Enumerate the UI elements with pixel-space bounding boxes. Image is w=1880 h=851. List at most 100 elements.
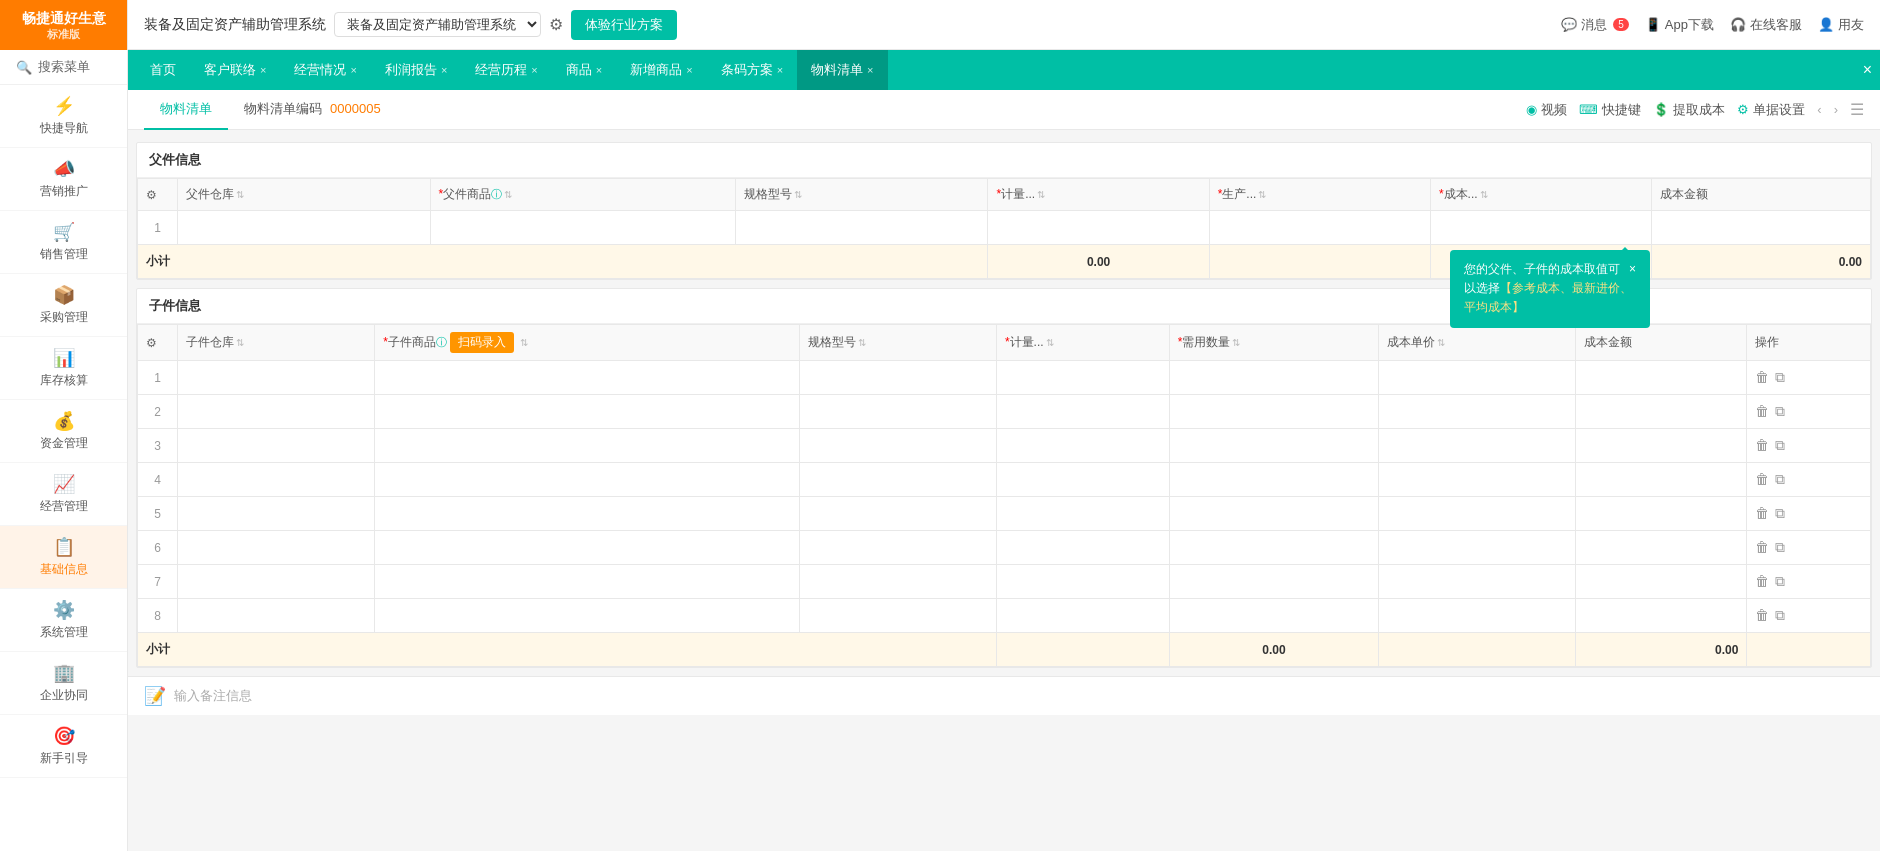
- child-row-3-warehouse[interactable]: [178, 429, 375, 463]
- child-row-7-cost-amount[interactable]: [1576, 565, 1747, 599]
- nav-menu[interactable]: ☰: [1850, 100, 1864, 119]
- copy-icon-7[interactable]: ⧉: [1775, 573, 1785, 590]
- child-row-6-spec[interactable]: [799, 531, 996, 565]
- child-row-1-unit-cost[interactable]: [1379, 361, 1576, 395]
- child-row-4-warehouse[interactable]: [178, 463, 375, 497]
- scan-button[interactable]: 扫码录入: [450, 332, 514, 353]
- tab-bom[interactable]: 物料清单 ×: [797, 50, 887, 90]
- tab-history-close[interactable]: ×: [531, 64, 537, 76]
- child-row-4-cost-amount[interactable]: [1576, 463, 1747, 497]
- delete-icon-7[interactable]: 🗑: [1755, 573, 1769, 590]
- cost-action[interactable]: 💲 提取成本: [1653, 101, 1725, 119]
- child-row-7-warehouse[interactable]: [178, 565, 375, 599]
- tab-home[interactable]: 首页: [136, 50, 190, 90]
- sidebar-item-marketing[interactable]: 📣 营销推广: [0, 148, 127, 211]
- child-row-2-unit[interactable]: [996, 395, 1169, 429]
- tab-barcode[interactable]: 条码方案 ×: [707, 50, 797, 90]
- tab-business-close[interactable]: ×: [350, 64, 356, 76]
- parent-row-1-cost[interactable]: [1430, 211, 1651, 245]
- tab-barcode-close[interactable]: ×: [777, 64, 783, 76]
- copy-icon-3[interactable]: ⧉: [1775, 437, 1785, 454]
- child-row-1-unit[interactable]: [996, 361, 1169, 395]
- experience-button[interactable]: 体验行业方案: [571, 10, 677, 40]
- nav-next[interactable]: ›: [1834, 102, 1838, 117]
- child-row-8-cost-amount[interactable]: [1576, 599, 1747, 633]
- child-row-6-cost-amount[interactable]: [1576, 531, 1747, 565]
- copy-icon-8[interactable]: ⧉: [1775, 607, 1785, 624]
- parent-row-1-unit[interactable]: [988, 211, 1209, 245]
- child-row-4-unit[interactable]: [996, 463, 1169, 497]
- sidebar-item-finance[interactable]: 💰 资金管理: [0, 400, 127, 463]
- close-all-tabs[interactable]: ×: [1863, 61, 1872, 79]
- child-row-5-spec[interactable]: [799, 497, 996, 531]
- delete-icon-2[interactable]: 🗑: [1755, 403, 1769, 420]
- nav-prev[interactable]: ‹: [1817, 102, 1821, 117]
- child-row-5-goods[interactable]: [375, 497, 799, 531]
- child-row-7-unit[interactable]: [996, 565, 1169, 599]
- child-row-7-spec[interactable]: [799, 565, 996, 599]
- shortcut-action[interactable]: ⌨ 快捷键: [1579, 101, 1641, 119]
- child-row-6-warehouse[interactable]: [178, 531, 375, 565]
- delete-icon-1[interactable]: 🗑: [1755, 369, 1769, 386]
- sidebar-item-system[interactable]: ⚙️ 系统管理: [0, 589, 127, 652]
- tab-bom-close[interactable]: ×: [867, 64, 873, 76]
- child-row-8-warehouse[interactable]: [178, 599, 375, 633]
- child-row-5-warehouse[interactable]: [178, 497, 375, 531]
- sidebar-item-operation[interactable]: 📈 经营管理: [0, 463, 127, 526]
- copy-icon-1[interactable]: ⧉: [1775, 369, 1785, 386]
- tab-business[interactable]: 经营情况 ×: [280, 50, 370, 90]
- tab-goods-close[interactable]: ×: [596, 64, 602, 76]
- sidebar-item-basic-info[interactable]: 📋 基础信息: [0, 526, 127, 589]
- tab-new-goods[interactable]: 新增商品 ×: [616, 50, 706, 90]
- sub-tab-bom-list[interactable]: 物料清单: [144, 90, 228, 130]
- child-row-8-unit[interactable]: [996, 599, 1169, 633]
- parent-row-1-production[interactable]: [1209, 211, 1430, 245]
- delete-icon-3[interactable]: 🗑: [1755, 437, 1769, 454]
- child-row-5-quantity[interactable]: [1169, 497, 1379, 531]
- copy-icon-2[interactable]: ⧉: [1775, 403, 1785, 420]
- message-item[interactable]: 💬 消息 5: [1561, 16, 1629, 34]
- tab-customer-close[interactable]: ×: [260, 64, 266, 76]
- app-download-item[interactable]: 📱 App下载: [1645, 16, 1714, 34]
- parent-row-1-cost-amount[interactable]: [1652, 211, 1871, 245]
- child-row-3-spec[interactable]: [799, 429, 996, 463]
- tab-profit-close[interactable]: ×: [441, 64, 447, 76]
- child-row-1-spec[interactable]: [799, 361, 996, 395]
- settings-icon[interactable]: ⚙: [549, 15, 563, 34]
- copy-icon-4[interactable]: ⧉: [1775, 471, 1785, 488]
- child-row-3-unit-cost[interactable]: [1379, 429, 1576, 463]
- parent-row-1-spec[interactable]: [735, 211, 988, 245]
- delete-icon-5[interactable]: 🗑: [1755, 505, 1769, 522]
- sidebar-item-guide[interactable]: 🎯 新手引导: [0, 715, 127, 778]
- tab-customer[interactable]: 客户联络 ×: [190, 50, 280, 90]
- child-row-4-goods[interactable]: [375, 463, 799, 497]
- sidebar-search[interactable]: 🔍 搜索菜单: [0, 50, 127, 85]
- child-row-6-quantity[interactable]: [1169, 531, 1379, 565]
- child-row-3-cost-amount[interactable]: [1576, 429, 1747, 463]
- view-action[interactable]: ◉ 视频: [1526, 101, 1567, 119]
- child-row-8-spec[interactable]: [799, 599, 996, 633]
- sidebar-item-inventory[interactable]: 📊 库存核算: [0, 337, 127, 400]
- parent-row-1-warehouse[interactable]: [178, 211, 431, 245]
- system-selector[interactable]: 装备及固定资产辅助管理系统: [334, 12, 541, 37]
- delete-icon-4[interactable]: 🗑: [1755, 471, 1769, 488]
- sidebar-item-sales[interactable]: 🛒 销售管理: [0, 211, 127, 274]
- sidebar-item-enterprise[interactable]: 🏢 企业协同: [0, 652, 127, 715]
- child-row-8-unit-cost[interactable]: [1379, 599, 1576, 633]
- child-row-2-spec[interactable]: [799, 395, 996, 429]
- note-placeholder[interactable]: 输入备注信息: [174, 687, 252, 705]
- sub-tab-bom-code[interactable]: 物料清单编码 0000005: [228, 90, 397, 130]
- child-row-6-goods[interactable]: [375, 531, 799, 565]
- child-row-4-unit-cost[interactable]: [1379, 463, 1576, 497]
- user-item[interactable]: 👤 用友: [1818, 16, 1864, 34]
- copy-icon-6[interactable]: ⧉: [1775, 539, 1785, 556]
- child-row-2-goods[interactable]: [375, 395, 799, 429]
- child-row-1-warehouse[interactable]: [178, 361, 375, 395]
- child-row-3-unit[interactable]: [996, 429, 1169, 463]
- child-row-5-cost-amount[interactable]: [1576, 497, 1747, 531]
- child-row-2-cost-amount[interactable]: [1576, 395, 1747, 429]
- child-row-6-unit-cost[interactable]: [1379, 531, 1576, 565]
- child-row-4-spec[interactable]: [799, 463, 996, 497]
- child-row-4-quantity[interactable]: [1169, 463, 1379, 497]
- delete-icon-6[interactable]: 🗑: [1755, 539, 1769, 556]
